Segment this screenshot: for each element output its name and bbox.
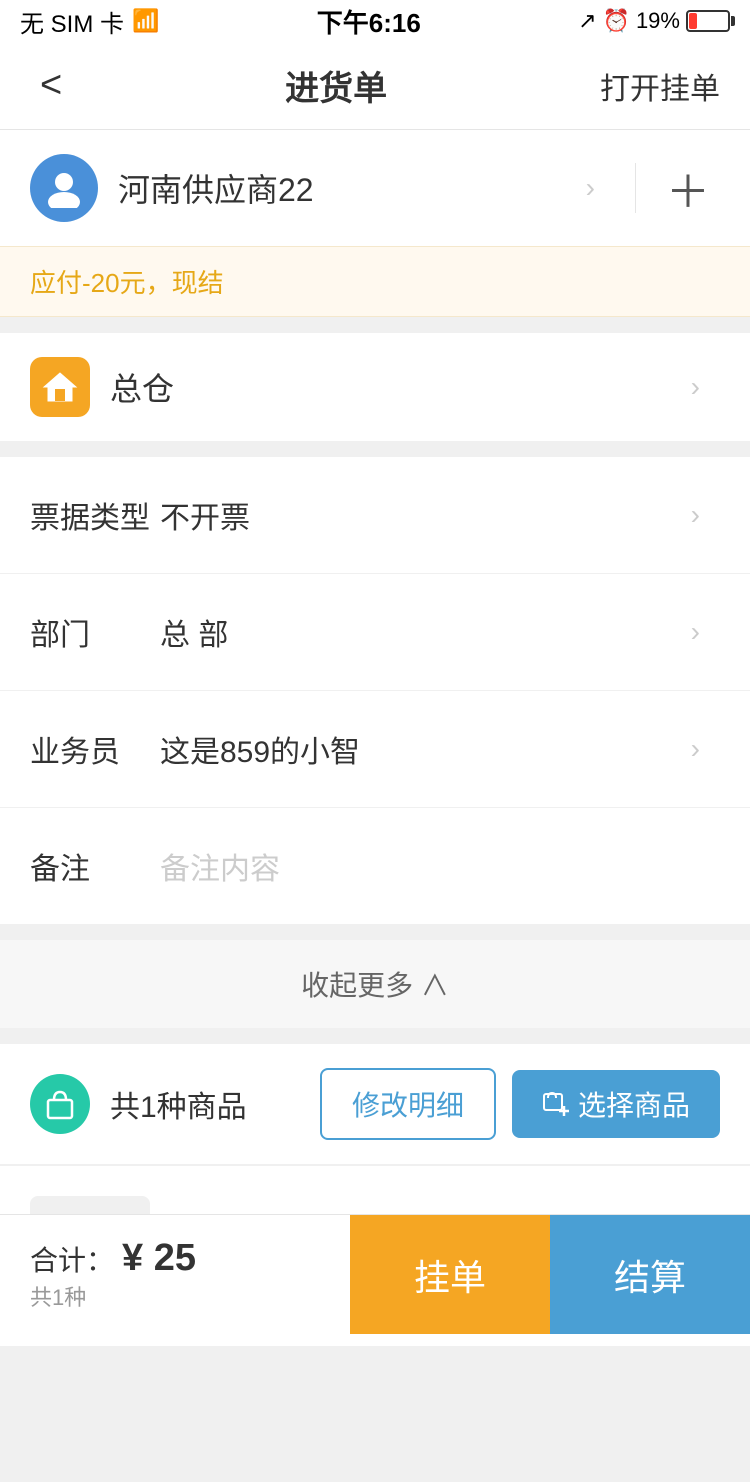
invoice-chevron-icon: › xyxy=(691,499,700,531)
department-chevron-icon: › xyxy=(691,616,700,648)
warehouse-name: 总仓 xyxy=(110,364,691,410)
battery-icon xyxy=(686,10,730,32)
add-supplier-button[interactable]: ＋ xyxy=(656,156,720,220)
select-product-icon xyxy=(542,1090,570,1118)
carrier-text: 无 SIM 卡 xyxy=(20,4,124,39)
form-section: 票据类型 不开票 › 部门 总 部 › 业务员 这是859的小智 › 备注 备注… xyxy=(0,457,750,924)
product-header: 共1种商品 修改明细 选择商品 xyxy=(0,1044,750,1165)
warehouse-chevron-icon: › xyxy=(691,371,700,403)
checkout-button[interactable]: 结算 xyxy=(550,1215,750,1334)
location-icon: ↗ xyxy=(578,8,596,34)
department-label: 部门 xyxy=(30,610,160,654)
supplier-row[interactable]: 河南供应商22 › ＋ xyxy=(0,130,750,246)
select-product-label: 选择商品 xyxy=(578,1084,690,1124)
shopping-bag-icon xyxy=(42,1086,78,1122)
status-right: ↗ ⏰ 19% xyxy=(578,8,730,34)
remark-placeholder: 备注内容 xyxy=(160,844,720,888)
supplier-chevron-icon: › xyxy=(586,172,595,204)
salesperson-label: 业务员 xyxy=(30,727,160,771)
wifi-icon: 📶 xyxy=(132,8,159,34)
nav-bar: < 进货单 打开挂单 xyxy=(0,42,750,130)
battery-percent: 19% xyxy=(636,8,680,34)
form-row-salesperson[interactable]: 业务员 这是859的小智 › xyxy=(0,691,750,808)
warehouse-row[interactable]: 总仓 › xyxy=(0,333,750,441)
supplier-name: 河南供应商22 xyxy=(118,165,314,211)
form-row-remark[interactable]: 备注 备注内容 xyxy=(0,808,750,924)
alarm-icon: ⏰ xyxy=(603,8,630,34)
supplier-left: 河南供应商22 xyxy=(30,154,586,222)
total-section: 合计： ¥ 25 共1种 xyxy=(0,1215,350,1334)
product-count-text: 共1种商品 xyxy=(110,1082,320,1126)
collapse-bar[interactable]: 收起更多 ∧ xyxy=(0,940,750,1028)
bottom-bar: 合计： ¥ 25 共1种 挂单 结算 xyxy=(0,1214,750,1334)
notice-bar: 应付-20元，现结 xyxy=(0,246,750,317)
remark-label: 备注 xyxy=(30,844,160,888)
form-row-department[interactable]: 部门 总 部 › xyxy=(0,574,750,691)
supplier-divider xyxy=(635,163,636,213)
warehouse-section[interactable]: 总仓 › xyxy=(0,333,750,441)
form-row-invoice[interactable]: 票据类型 不开票 › xyxy=(0,457,750,574)
status-left: 无 SIM 卡 📶 xyxy=(20,4,159,39)
person-avatar-icon xyxy=(44,168,84,208)
status-bar: 无 SIM 卡 📶 下午6:16 ↗ ⏰ 19% xyxy=(0,0,750,42)
salesperson-value: 这是859的小智 xyxy=(160,727,691,771)
warehouse-icon xyxy=(30,357,90,417)
supplier-section: 河南供应商22 › ＋ 应付-20元，现结 xyxy=(0,130,750,317)
time-display: 下午6:16 xyxy=(317,3,421,40)
pending-button[interactable]: 挂单 xyxy=(350,1215,550,1334)
total-count: 共1种 xyxy=(30,1280,320,1312)
invoice-value: 不开票 xyxy=(160,493,691,537)
total-label: 合计： xyxy=(30,1239,114,1279)
total-amount: ¥ 25 xyxy=(122,1237,196,1280)
avatar xyxy=(30,154,98,222)
modify-detail-button[interactable]: 修改明细 xyxy=(320,1068,496,1140)
open-pending-button[interactable]: 打开挂单 xyxy=(600,64,720,108)
back-button[interactable]: < xyxy=(30,54,72,117)
product-count-icon xyxy=(30,1074,90,1134)
department-value: 总 部 xyxy=(160,610,691,654)
page-title: 进货单 xyxy=(285,61,387,110)
select-product-button[interactable]: 选择商品 xyxy=(512,1070,720,1138)
bottom-spacer xyxy=(0,1362,750,1482)
house-icon xyxy=(42,369,78,405)
salesperson-chevron-icon: › xyxy=(691,733,700,765)
invoice-label: 票据类型 xyxy=(30,493,160,537)
